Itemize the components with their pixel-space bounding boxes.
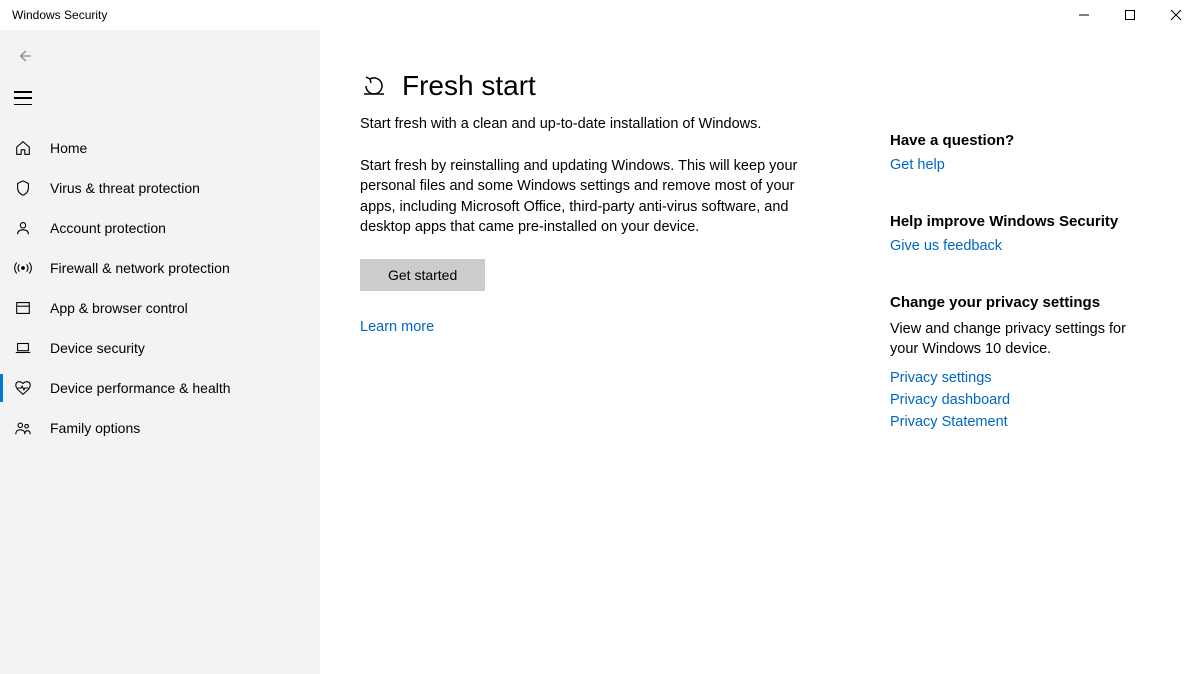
hamburger-menu-icon[interactable] [14,91,32,105]
sidebar-item-label: Virus & threat protection [50,180,200,196]
window-icon [14,299,32,317]
sidebar-item-label: Firewall & network protection [50,260,230,276]
aside-question-section: Have a question? Get help [890,132,1150,173]
sidebar-item-device-security[interactable]: Device security [0,328,320,368]
sidebar-item-label: Family options [50,420,140,436]
privacy-statement-link[interactable]: Privacy Statement [890,414,1150,430]
back-button[interactable] [14,46,38,70]
page-title: Fresh start [402,70,536,102]
aside-privacy-section: Change your privacy settings View and ch… [890,294,1150,430]
sidebar-item-label: Home [50,140,87,156]
titlebar: Windows Security [0,0,1199,30]
sidebar-item-label: Device security [50,340,145,356]
sidebar-item-firewall[interactable]: Firewall & network protection [0,248,320,288]
sidebar-item-device-performance[interactable]: Device performance & health [0,368,320,408]
main-content: Fresh start Start fresh with a clean and… [360,70,830,674]
get-help-link[interactable]: Get help [890,157,1150,173]
sidebar-item-label: Device performance & health [50,380,231,396]
heart-icon [14,379,32,397]
sidebar-item-label: App & browser control [50,300,188,316]
sidebar-item-account[interactable]: Account protection [0,208,320,248]
refresh-icon [360,72,388,100]
sidebar-item-app-browser[interactable]: App & browser control [0,288,320,328]
sidebar-item-virus[interactable]: Virus & threat protection [0,168,320,208]
people-icon [14,419,32,437]
aside-heading: Change your privacy settings [890,294,1150,311]
learn-more-link[interactable]: Learn more [360,319,830,335]
give-feedback-link[interactable]: Give us feedback [890,238,1150,254]
sidebar-item-home[interactable]: Home [0,128,320,168]
antenna-icon [14,259,32,277]
aside-heading: Help improve Windows Security [890,213,1150,230]
window-title: Windows Security [0,8,107,22]
sidebar: Home Virus & threat protection Account p… [0,30,320,674]
aside-feedback-section: Help improve Windows Security Give us fe… [890,213,1150,254]
privacy-dashboard-link[interactable]: Privacy dashboard [890,392,1150,408]
home-icon [14,139,32,157]
maximize-button[interactable] [1107,0,1153,30]
minimize-button[interactable] [1061,0,1107,30]
shield-icon [14,179,32,197]
laptop-icon [14,339,32,357]
sidebar-item-family[interactable]: Family options [0,408,320,448]
get-started-button[interactable]: Get started [360,259,485,291]
page-body-text: Start fresh by reinstalling and updating… [360,156,830,237]
page-subtitle: Start fresh with a clean and up-to-date … [360,116,830,132]
privacy-settings-link[interactable]: Privacy settings [890,370,1150,386]
aside-panel: Have a question? Get help Help improve W… [890,70,1150,674]
aside-text: View and change privacy settings for you… [890,319,1150,360]
sidebar-item-label: Account protection [50,220,166,236]
person-icon [14,219,32,237]
close-button[interactable] [1153,0,1199,30]
aside-heading: Have a question? [890,132,1150,149]
